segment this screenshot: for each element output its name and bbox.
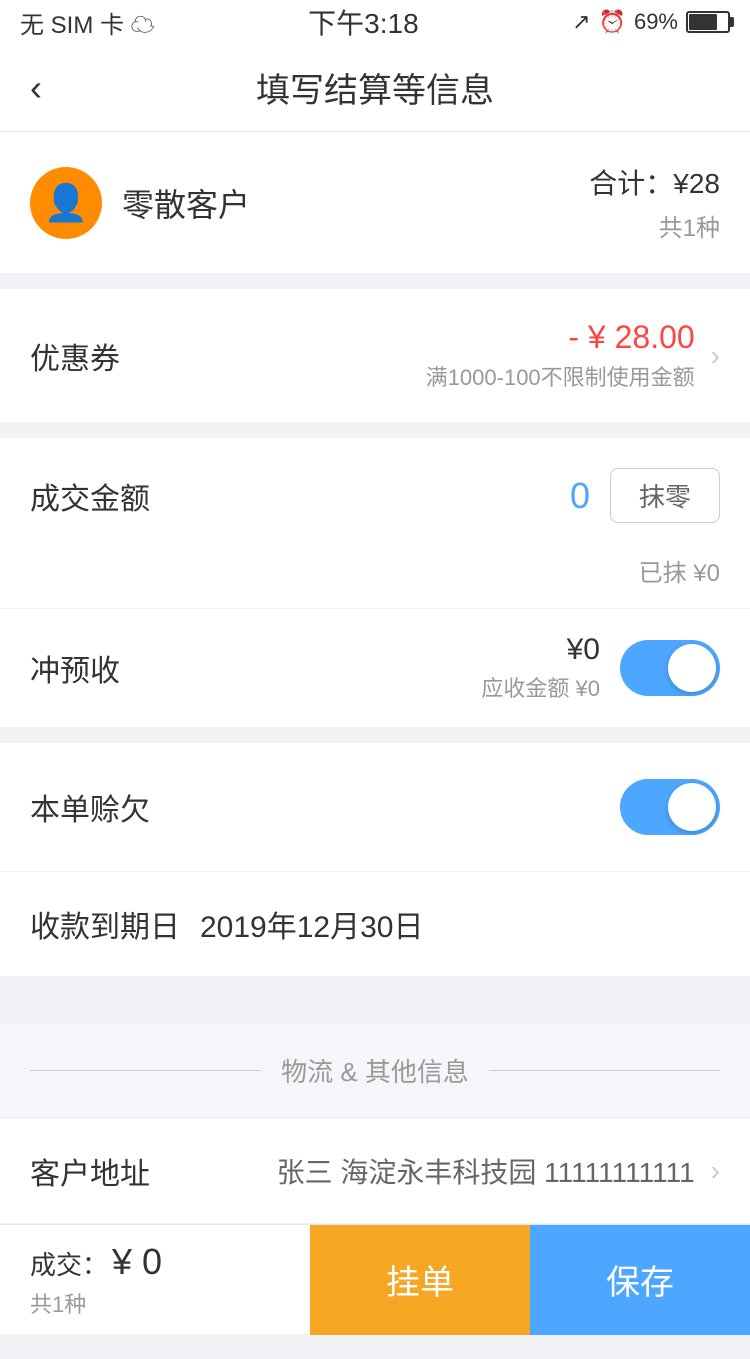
debt-section: 本单赊欠 收款到期日 2019年12月30日 [0, 743, 750, 976]
logistics-divider-row: 物流 & 其他信息 [30, 1052, 720, 1089]
bottom-deal-row: 成交： ¥ 0 [30, 1241, 280, 1283]
hang-button[interactable]: 挂单 [310, 1225, 530, 1335]
deal-amount-row: 成交金额 0 抹零 [0, 438, 750, 553]
debt-toggle[interactable] [620, 779, 720, 835]
deducted-text: 已抹 ¥0 [0, 553, 750, 608]
bottom-bar: 成交： ¥ 0 共1种 挂单 保存 [0, 1224, 750, 1334]
customer-name: 零散客户 [122, 180, 250, 226]
section-divider-1 [0, 727, 750, 743]
address-value: 张三 海淀永丰科技园 11111111111 [166, 1151, 695, 1191]
prepay-right: ¥0 应收金额 ¥0 [481, 633, 720, 703]
nav-bar: ‹ 填写结算等信息 [0, 44, 750, 132]
bottom-deal-amount: ¥ 0 [112, 1241, 162, 1283]
status-bar: 无 SIM 卡 ☁ 下午3:18 ↗ ⏰ 69% [0, 0, 750, 44]
content: 👤 零散客户 合计：¥28 共1种 优惠券 - ¥ 28.00 满1000-10… [0, 132, 750, 1359]
customer-section: 👤 零散客户 合计：¥28 共1种 [0, 132, 750, 273]
avatar-icon: 👤 [44, 182, 89, 224]
status-bar-right: ↗ ⏰ 69% [572, 9, 730, 35]
due-date-label: 收款到期日 [30, 902, 180, 946]
customer-avatar: 👤 [30, 167, 102, 239]
total-count: 共1种 [589, 208, 720, 243]
back-button[interactable]: ‹ [30, 67, 42, 109]
save-button[interactable]: 保存 [530, 1225, 750, 1335]
bottom-deal-label: 成交： [30, 1245, 108, 1282]
logistics-title: 物流 & 其他信息 [281, 1052, 469, 1089]
deal-amount-right: 0 抹零 [570, 468, 720, 523]
prepay-receivable: 应收金额 ¥0 [481, 671, 600, 703]
coupon-desc: 满1000-100不限制使用金额 [426, 360, 695, 392]
coupon-row[interactable]: 优惠券 - ¥ 28.00 满1000-100不限制使用金额 › [0, 289, 750, 422]
chevron-right-icon: › [711, 340, 720, 372]
coupon-right: - ¥ 28.00 满1000-100不限制使用金额 › [426, 319, 720, 392]
coupon-label: 优惠券 [30, 334, 120, 378]
prepay-amount: ¥0 [481, 633, 600, 667]
logistics-section: 物流 & 其他信息 [0, 1024, 750, 1117]
deal-amount-label: 成交金额 [30, 474, 150, 518]
address-label: 客户地址 [30, 1149, 150, 1193]
total-amount: 合计：¥28 [589, 162, 720, 202]
deal-amount-value: 0 [570, 475, 590, 517]
coupon-discount: - ¥ 28.00 [426, 319, 695, 356]
location-icon: ↗ [572, 9, 590, 35]
debt-toggle-thumb [668, 783, 716, 831]
round-off-button[interactable]: 抹零 [610, 468, 720, 523]
page-title: 填写结算等信息 [256, 63, 494, 112]
address-chevron-icon: › [711, 1155, 720, 1187]
bottom-summary: 成交： ¥ 0 共1种 [0, 1241, 310, 1319]
prepay-values: ¥0 应收金额 ¥0 [481, 633, 600, 703]
due-date-value: 2019年12月30日 [200, 902, 423, 946]
customer-total: 合计：¥28 共1种 [589, 162, 720, 243]
battery-percent: 69% [634, 9, 678, 35]
status-bar-time: 下午3:18 [308, 2, 419, 42]
status-bar-left: 无 SIM 卡 ☁ [20, 5, 155, 40]
sim-status: 无 SIM 卡 ☁ [20, 5, 155, 40]
coupon-value-block: - ¥ 28.00 满1000-100不限制使用金额 [426, 319, 695, 392]
alarm-icon: ⏰ [599, 9, 626, 35]
prepay-label: 冲预收 [30, 646, 120, 690]
address-row[interactable]: 客户地址 张三 海淀永丰科技园 11111111111 › [0, 1119, 750, 1223]
customer-info: 👤 零散客户 [30, 167, 250, 239]
debt-row: 本单赊欠 [0, 743, 750, 871]
prepay-toggle[interactable] [620, 640, 720, 696]
battery-icon [686, 11, 730, 33]
prepay-row: 冲预收 ¥0 应收金额 ¥0 [0, 608, 750, 727]
divider-line-right [489, 1070, 720, 1071]
toggle-thumb [668, 644, 716, 692]
section-divider-2 [0, 992, 750, 1008]
debt-label: 本单赊欠 [30, 785, 150, 829]
due-date-row[interactable]: 收款到期日 2019年12月30日 [0, 871, 750, 976]
divider-line-left [30, 1070, 261, 1071]
coupon-section: 优惠券 - ¥ 28.00 满1000-100不限制使用金额 › [0, 289, 750, 422]
deal-section: 成交金额 0 抹零 已抹 ¥0 冲预收 ¥0 应收金额 ¥0 [0, 438, 750, 727]
bottom-count: 共1种 [30, 1287, 280, 1319]
battery-fill [689, 14, 717, 30]
